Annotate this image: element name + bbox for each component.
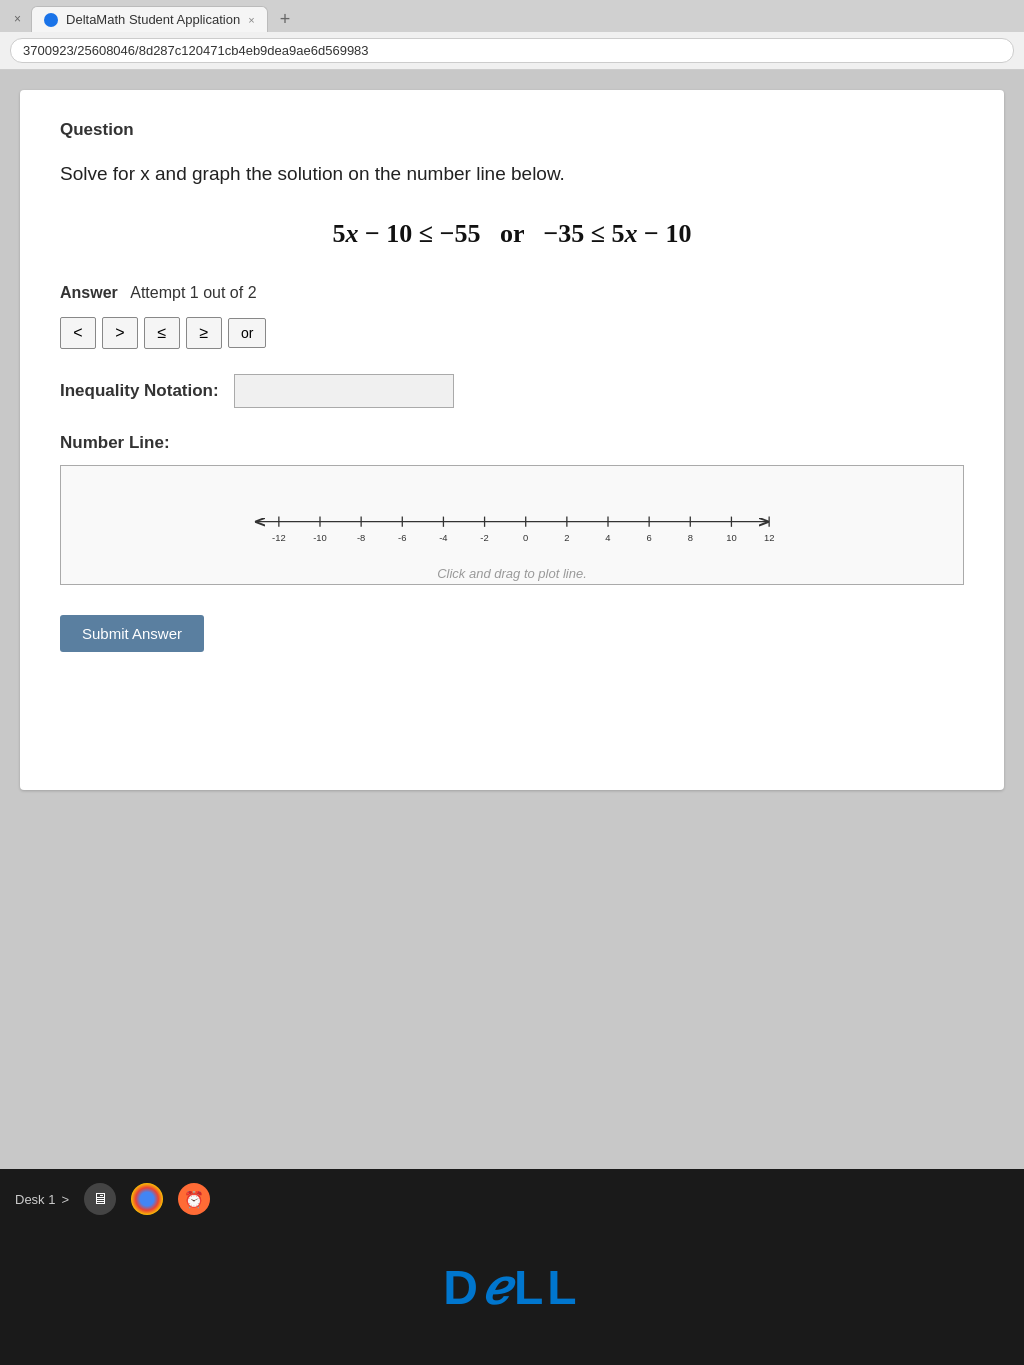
svg-text:8: 8 [688, 531, 693, 542]
svg-text:-10: -10 [313, 531, 327, 542]
less-than-button[interactable]: < [60, 317, 96, 349]
leq-button[interactable]: ≤ [144, 317, 180, 349]
answer-section: Answer Attempt 1 out of 2 < > ≤ ≥ or Ine… [60, 284, 964, 652]
dell-logo: DℯLL [443, 1259, 580, 1315]
number-line-box[interactable]: -12 -10 -8 -6 -4 [60, 465, 964, 585]
svg-text:-2: -2 [480, 531, 488, 542]
taskbar: Desk 1 > 🖥 ⏰ [0, 1169, 1024, 1229]
notation-label: Inequality Notation: [60, 381, 219, 401]
geq-button[interactable]: ≥ [186, 317, 222, 349]
tab-favicon [44, 13, 58, 27]
page-content: Question Solve for x and graph the solut… [0, 70, 1024, 1169]
desk-text: Desk 1 [15, 1192, 55, 1207]
svg-text:-8: -8 [357, 531, 365, 542]
svg-text:2: 2 [564, 531, 569, 542]
tab-bar: × DeltaMath Student Application × + [0, 0, 1024, 32]
question-card: Question Solve for x and graph the solut… [20, 90, 1004, 790]
attempt-label: Attempt 1 out of 2 [130, 284, 256, 301]
notation-row: Inequality Notation: [60, 374, 964, 408]
submit-answer-button[interactable]: Submit Answer [60, 615, 204, 652]
monitor-icon[interactable]: 🖥 [84, 1183, 116, 1215]
desk-label: Desk 1 > [15, 1192, 69, 1207]
answer-label: Answer [60, 284, 118, 301]
dell-footer: DℯLL [0, 1229, 1024, 1365]
equation-display: 5x − 10 ≤ −55 or −35 ≤ 5x − 10 [60, 219, 964, 249]
svg-text:6: 6 [647, 531, 652, 542]
question-label: Question [60, 120, 964, 140]
number-line-section: Number Line: [60, 433, 964, 585]
active-tab[interactable]: DeltaMath Student Application × [31, 6, 268, 32]
number-line-hint: Click and drag to plot line. [81, 566, 943, 581]
desk-chevron: > [61, 1192, 69, 1207]
number-line-svg: -12 -10 -8 -6 -4 [81, 496, 943, 556]
inequality-buttons-row: < > ≤ ≥ or [60, 317, 964, 349]
question-instruction: Solve for x and graph the solution on th… [60, 160, 964, 189]
chrome-icon[interactable] [131, 1183, 163, 1215]
svg-text:10: 10 [726, 531, 736, 542]
svg-text:-6: -6 [398, 531, 406, 542]
browser-chrome: × DeltaMath Student Application × + [0, 0, 1024, 70]
greater-than-button[interactable]: > [102, 317, 138, 349]
clock-icon[interactable]: ⏰ [178, 1183, 210, 1215]
address-bar [0, 32, 1024, 69]
svg-text:-12: -12 [272, 531, 286, 542]
new-tab-button[interactable]: + [272, 7, 299, 32]
tab-title: DeltaMath Student Application [66, 12, 240, 27]
number-line-label: Number Line: [60, 433, 964, 453]
dell-logo-text: DℯLL [443, 1261, 580, 1314]
notation-input[interactable] [234, 374, 454, 408]
tab-close-icon[interactable]: × [248, 14, 254, 26]
svg-text:0: 0 [523, 531, 528, 542]
address-input[interactable] [10, 38, 1014, 63]
svg-text:-4: -4 [439, 531, 447, 542]
window-close-button[interactable]: × [8, 10, 27, 28]
svg-text:4: 4 [605, 531, 610, 542]
svg-text:12: 12 [764, 531, 774, 542]
or-button[interactable]: or [228, 318, 266, 348]
answer-header: Answer Attempt 1 out of 2 [60, 284, 964, 302]
